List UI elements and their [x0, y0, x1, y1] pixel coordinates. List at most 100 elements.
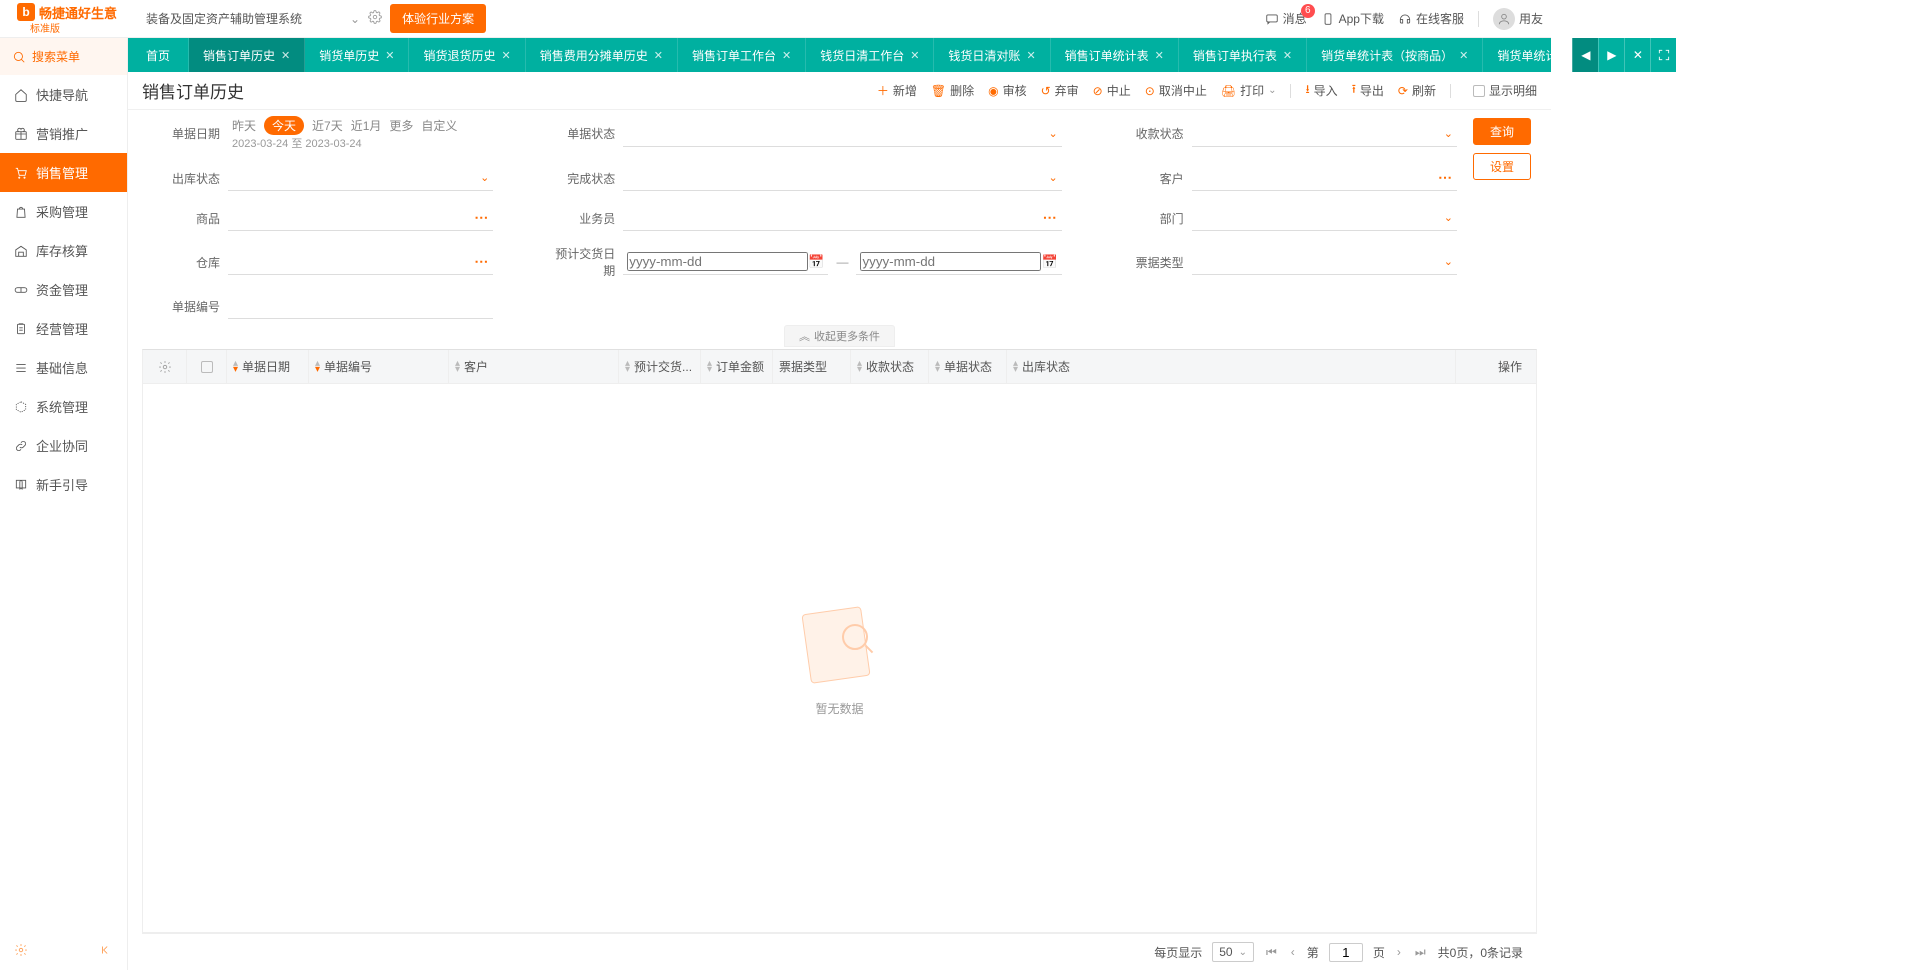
- collapse-sidebar-icon[interactable]: [99, 943, 113, 960]
- sidebar-item-basic[interactable]: 基础信息: [0, 348, 127, 387]
- sidebar-item-system[interactable]: 系统管理: [0, 387, 127, 426]
- tab-daily-clear-workbench[interactable]: 钱货日清工作台✕: [806, 38, 934, 72]
- col-bill-date[interactable]: ▴▾单据日期: [227, 350, 309, 383]
- cancel-stop-button[interactable]: ⊙取消中止: [1145, 82, 1207, 99]
- tabs-scroll-right-icon[interactable]: ▶: [1598, 38, 1624, 72]
- close-icon[interactable]: ✕: [1459, 49, 1468, 62]
- out-status-select[interactable]: ⌄: [228, 165, 493, 191]
- page-first-icon[interactable]: ⏮: [1264, 945, 1279, 960]
- date-to-input[interactable]: [860, 252, 1041, 271]
- audit-button[interactable]: ◉审核: [988, 82, 1027, 99]
- col-out-status[interactable]: ▴▾出库状态: [1007, 350, 1456, 383]
- ticket-type-select[interactable]: ⌄: [1192, 249, 1457, 275]
- page-prev-icon[interactable]: ‹: [1289, 945, 1297, 959]
- sidebar-item-marketing[interactable]: 营销推广: [0, 114, 127, 153]
- warehouse-picker[interactable]: ⋯: [228, 249, 493, 275]
- sidebar-search[interactable]: 搜索菜单: [0, 38, 127, 75]
- dept-select[interactable]: ⌄: [1192, 205, 1457, 231]
- close-icon[interactable]: ✕: [1155, 49, 1164, 62]
- date-from-input[interactable]: [627, 252, 808, 271]
- sidebar-item-inventory[interactable]: 库存核算: [0, 231, 127, 270]
- sidebar-item-purchase[interactable]: 采购管理: [0, 192, 127, 231]
- tab-sales-fee[interactable]: 销售费用分摊单历史✕: [526, 38, 678, 72]
- close-icon[interactable]: ✕: [502, 49, 511, 62]
- page-next-icon[interactable]: ›: [1395, 945, 1403, 959]
- close-icon[interactable]: ✕: [910, 49, 919, 62]
- refresh-button[interactable]: ⟳刷新: [1398, 82, 1436, 99]
- tab-sales-order-stats[interactable]: 销售订单统计表✕: [1051, 38, 1179, 72]
- import-button[interactable]: ⭳导入: [1305, 80, 1337, 101]
- sidebar-item-sales[interactable]: 销售管理: [0, 153, 127, 192]
- print-button[interactable]: 🖨打印⌄: [1221, 82, 1277, 99]
- col-amount[interactable]: ▴▾订单金额: [701, 350, 773, 383]
- page-input[interactable]: [1329, 943, 1363, 962]
- table-settings-button[interactable]: [143, 350, 187, 383]
- close-icon[interactable]: ✕: [782, 49, 791, 62]
- logo[interactable]: b 畅捷通好生意 标准版: [8, 3, 126, 35]
- settings-button[interactable]: 设置: [1473, 153, 1531, 180]
- unaudit-button[interactable]: ↺弃审: [1041, 82, 1079, 99]
- col-receive-status[interactable]: ▴▾收款状态: [851, 350, 929, 383]
- add-button[interactable]: ＋新增: [877, 82, 917, 99]
- fullscreen-icon[interactable]: [1650, 38, 1676, 72]
- page-last-icon[interactable]: ⏭: [1413, 945, 1428, 960]
- tab-sales-order-workbench[interactable]: 销售订单工作台✕: [678, 38, 806, 72]
- settings-gear-icon[interactable]: [14, 943, 28, 960]
- date-tab-yesterday[interactable]: 昨天: [232, 117, 256, 134]
- select-all-checkbox[interactable]: [187, 350, 227, 383]
- col-ticket-type[interactable]: 票据类型: [773, 350, 851, 383]
- tab-sales-order-history[interactable]: 销售订单历史✕: [189, 38, 305, 72]
- online-service-link[interactable]: 在线客服: [1398, 10, 1464, 27]
- system-selector[interactable]: 装备及固定资产辅助管理系统 ⌄: [146, 10, 360, 27]
- sidebar-item-business[interactable]: 经营管理: [0, 309, 127, 348]
- tab-sales-return[interactable]: 销货退货历史✕: [409, 38, 525, 72]
- customer-picker[interactable]: ⋯: [1192, 165, 1457, 191]
- tab-sales-order-exec[interactable]: 销售订单执行表✕: [1179, 38, 1307, 72]
- sidebar-item-finance[interactable]: 资金管理: [0, 270, 127, 309]
- stop-button[interactable]: ⊘中止: [1093, 82, 1131, 99]
- export-button[interactable]: ⭱导出: [1352, 80, 1384, 101]
- tab-daily-clear-recon[interactable]: 钱货日清对账✕: [934, 38, 1050, 72]
- search-button[interactable]: 查询: [1473, 118, 1531, 145]
- sidebar-item-collab[interactable]: 企业协同: [0, 426, 127, 465]
- col-expect-date[interactable]: ▴▾预计交货...: [619, 350, 701, 383]
- tabs-close-all-icon[interactable]: ✕: [1624, 38, 1650, 72]
- per-page-select[interactable]: 50⌄: [1212, 942, 1254, 962]
- close-icon[interactable]: ✕: [1283, 49, 1292, 62]
- tab-sales-stats-truncated[interactable]: 销货单统计: [1483, 38, 1572, 72]
- date-tab-more[interactable]: 更多: [389, 117, 413, 134]
- sidebar-item-guide[interactable]: 新手引导: [0, 465, 127, 504]
- receive-status-select[interactable]: ⌄: [1192, 121, 1457, 147]
- sidebar-item-quicknav[interactable]: 快捷导航: [0, 75, 127, 114]
- col-bill-code[interactable]: ▴▾单据编号: [309, 350, 449, 383]
- salesman-picker[interactable]: ⋯: [623, 205, 1061, 231]
- close-icon[interactable]: ✕: [385, 49, 394, 62]
- tab-home[interactable]: 首页: [128, 38, 189, 72]
- product-picker[interactable]: ⋯: [228, 205, 493, 231]
- message-link[interactable]: 消息 6: [1265, 10, 1307, 27]
- date-tab-custom[interactable]: 自定义: [421, 117, 457, 134]
- date-tab-today[interactable]: 今天: [264, 116, 304, 135]
- col-bill-status[interactable]: ▴▾单据状态: [929, 350, 1007, 383]
- experience-button[interactable]: 体验行业方案: [390, 4, 486, 33]
- show-detail-checkbox[interactable]: 显示明细: [1473, 82, 1537, 99]
- tabs-scroll-left-icon[interactable]: ◀: [1572, 38, 1598, 72]
- bill-code-input[interactable]: [228, 293, 493, 319]
- date-tab-7days[interactable]: 近7天: [312, 117, 343, 134]
- finish-status-select[interactable]: ⌄: [623, 165, 1061, 191]
- bill-status-select[interactable]: ⌄: [623, 121, 1061, 147]
- expect-date-from[interactable]: 📅: [623, 249, 828, 275]
- tab-sales-stats-product[interactable]: 销货单统计表（按商品）✕: [1307, 38, 1483, 72]
- bill-code-field[interactable]: [232, 299, 489, 313]
- date-tab-1month[interactable]: 近1月: [351, 117, 382, 134]
- close-icon[interactable]: ✕: [1026, 49, 1035, 62]
- user-menu[interactable]: 用友: [1493, 8, 1543, 30]
- tab-sales-history[interactable]: 销货单历史✕: [305, 38, 409, 72]
- col-customer[interactable]: ▴▾客户: [449, 350, 619, 383]
- gear-icon[interactable]: [368, 10, 382, 27]
- close-icon[interactable]: ✕: [654, 49, 663, 62]
- close-icon[interactable]: ✕: [281, 49, 290, 62]
- app-download-link[interactable]: App下载: [1321, 10, 1384, 27]
- delete-button[interactable]: 🗑删除: [931, 82, 974, 99]
- collapse-conditions-button[interactable]: ︽ 收起更多条件: [784, 325, 895, 347]
